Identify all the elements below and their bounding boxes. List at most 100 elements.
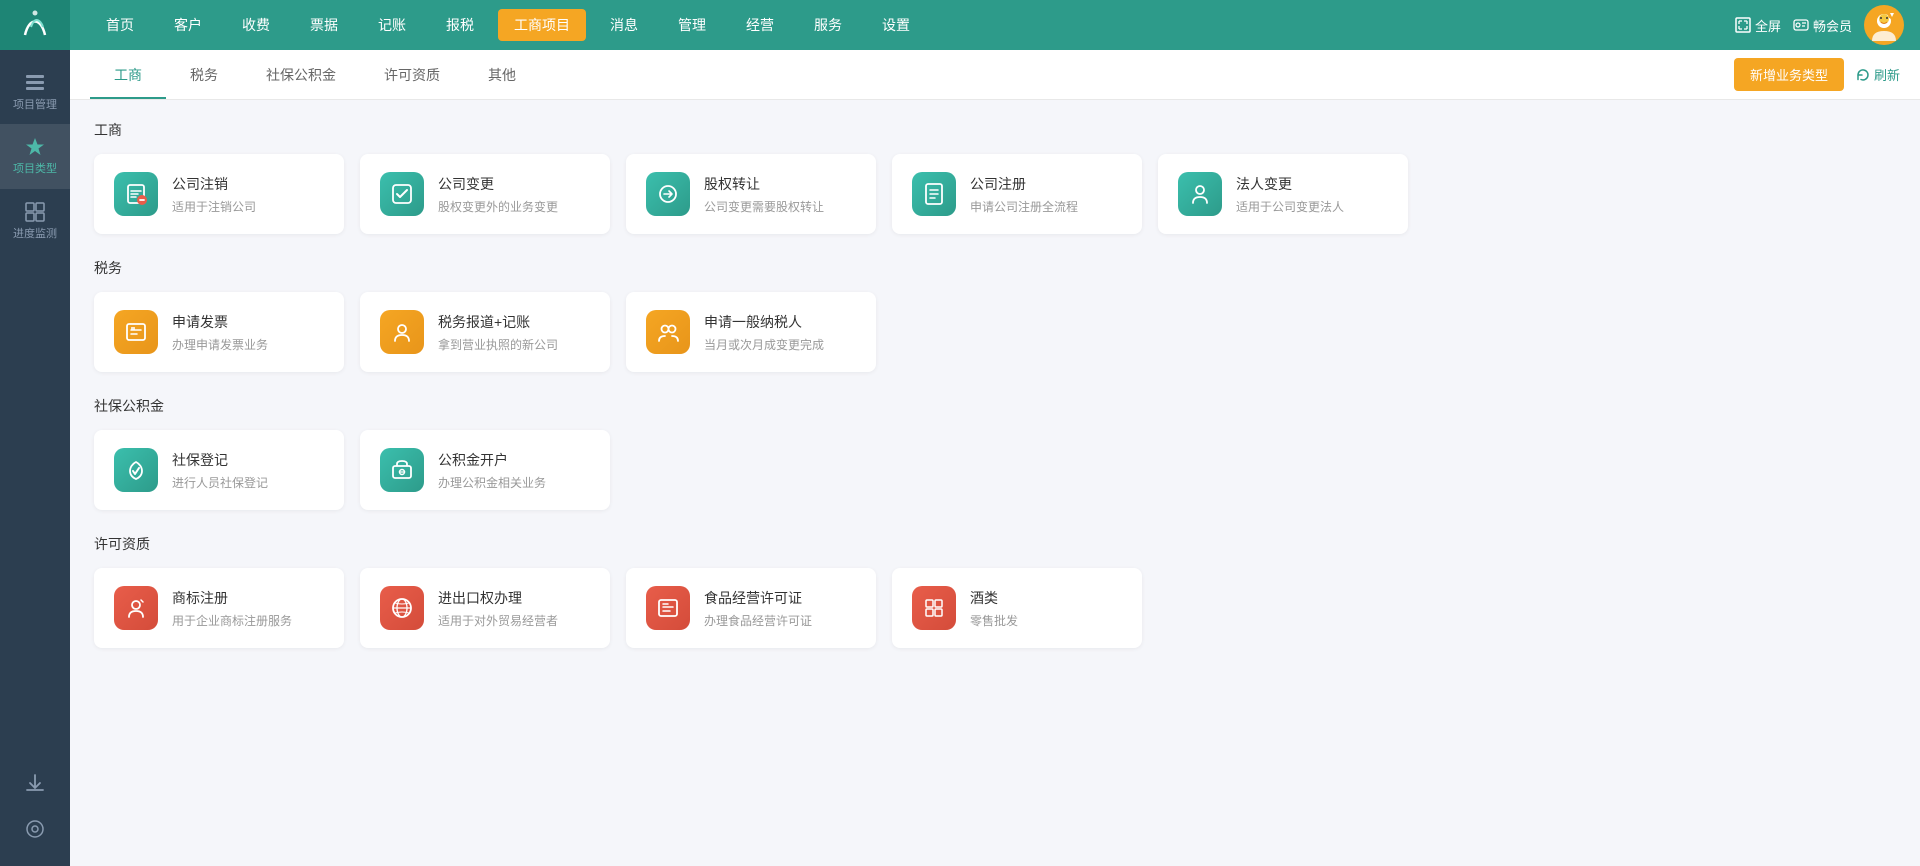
nav-ticket[interactable]: 票据 — [294, 9, 354, 41]
company-register-icon — [912, 172, 956, 216]
card-desc-company-cancel: 适用于注销公司 — [172, 198, 324, 215]
cards-grid-shebao: 社保登记 进行人员社保登记 — [94, 430, 1896, 510]
nav-tax[interactable]: 报税 — [430, 9, 490, 41]
liquor-icon — [912, 586, 956, 630]
food-license-icon — [646, 586, 690, 630]
nav-operation[interactable]: 经营 — [730, 9, 790, 41]
card-import-export[interactable]: 进出口权办理 适用于对外贸易经营者 — [360, 568, 610, 648]
nav-home[interactable]: 首页 — [90, 9, 150, 41]
card-title-equity-transfer: 股权转让 — [704, 174, 856, 194]
card-trademark[interactable]: 商标注册 用于企业商标注册服务 — [94, 568, 344, 648]
card-title-liquor: 酒类 — [970, 588, 1122, 608]
vip-label: 畅会员 — [1813, 16, 1852, 35]
card-info-company-cancel: 公司注销 适用于注销公司 — [172, 174, 324, 215]
card-legal-change[interactable]: 法人变更 适用于公司变更法人 — [1158, 154, 1408, 234]
card-general-taxpayer[interactable]: 申请一般纳税人 当月或次月成变更完成 — [626, 292, 876, 372]
card-info-legal-change: 法人变更 适用于公司变更法人 — [1236, 174, 1388, 215]
card-title-company-register: 公司注册 — [970, 174, 1122, 194]
nav-service[interactable]: 服务 — [798, 9, 858, 41]
card-info-tax-report: 税务报道+记账 拿到营业执照的新公司 — [438, 312, 590, 353]
fullscreen-btn[interactable]: 全屏 — [1735, 16, 1781, 35]
card-provident-fund[interactable]: 公积金开户 办理公积金相关业务 — [360, 430, 610, 510]
card-info-food-license: 食品经营许可证 办理食品经营许可证 — [704, 588, 856, 629]
section-shebao: 社保公积金 社保登记 进行人员社保登记 — [94, 396, 1896, 510]
card-desc-equity-transfer: 公司变更需要股权转让 — [704, 198, 856, 215]
section-title-shebao: 社保公积金 — [94, 396, 1896, 416]
card-desc-legal-change: 适用于公司变更法人 — [1236, 198, 1388, 215]
tab-other[interactable]: 其他 — [464, 51, 540, 99]
card-title-trademark: 商标注册 — [172, 588, 324, 608]
avatar[interactable] — [1864, 5, 1904, 45]
card-desc-import-export: 适用于对外贸易经营者 — [438, 612, 590, 629]
card-desc-invoice: 办理申请发票业务 — [172, 336, 324, 353]
section-shuiwu: 税务 申请发票 办理申请发票业务 — [94, 258, 1896, 372]
tab-items: 工商 税务 社保公积金 许可资质 其他 — [90, 51, 1734, 99]
card-equity-transfer[interactable]: 股权转让 公司变更需要股权转让 — [626, 154, 876, 234]
card-desc-tax-report: 拿到营业执照的新公司 — [438, 336, 590, 353]
fullscreen-label: 全屏 — [1755, 16, 1781, 35]
sidebar-settings-btn[interactable] — [0, 808, 70, 850]
refresh-button[interactable]: 刷新 — [1856, 65, 1900, 84]
nav-message[interactable]: 消息 — [594, 9, 654, 41]
social-insurance-icon — [114, 448, 158, 492]
card-desc-company-register: 申请公司注册全流程 — [970, 198, 1122, 215]
nav-business[interactable]: 工商项目 — [498, 9, 586, 41]
section-title-xuke: 许可资质 — [94, 534, 1896, 554]
card-title-import-export: 进出口权办理 — [438, 588, 590, 608]
card-title-food-license: 食品经营许可证 — [704, 588, 856, 608]
section-xuke: 许可资质 商标注册 用于企业商标注册服务 — [94, 534, 1896, 648]
card-info-invoice: 申请发票 办理申请发票业务 — [172, 312, 324, 353]
sidebar-item-progress[interactable]: 进度监测 — [0, 189, 70, 253]
nav-fee[interactable]: 收费 — [226, 9, 286, 41]
refresh-label: 刷新 — [1874, 65, 1900, 84]
sidebar-download-btn[interactable] — [0, 762, 70, 804]
section-gongshang: 工商 公司注销 适用于注销公司 — [94, 120, 1896, 234]
card-company-change[interactable]: 公司变更 股权变更外的业务变更 — [360, 154, 610, 234]
tab-gongshang[interactable]: 工商 — [90, 51, 166, 99]
tax-report-icon — [380, 310, 424, 354]
card-liquor[interactable]: 酒类 零售批发 — [892, 568, 1142, 648]
sidebar: 项目管理 项目类型 进度监测 — [0, 50, 70, 866]
card-food-license[interactable]: 食品经营许可证 办理食品经营许可证 — [626, 568, 876, 648]
nav-settings[interactable]: 设置 — [866, 9, 926, 41]
card-invoice[interactable]: 申请发票 办理申请发票业务 — [94, 292, 344, 372]
nav-customer[interactable]: 客户 — [158, 9, 218, 41]
provident-fund-icon — [380, 448, 424, 492]
card-info-social-insurance: 社保登记 进行人员社保登记 — [172, 450, 324, 491]
content-scroll[interactable]: 工商 公司注销 适用于注销公司 — [70, 100, 1920, 866]
card-info-liquor: 酒类 零售批发 — [970, 588, 1122, 629]
progress-icon — [24, 201, 46, 223]
card-company-cancel[interactable]: 公司注销 适用于注销公司 — [94, 154, 344, 234]
card-desc-general-taxpayer: 当月或次月成变更完成 — [704, 336, 856, 353]
card-social-insurance[interactable]: 社保登记 进行人员社保登记 — [94, 430, 344, 510]
legal-change-icon — [1178, 172, 1222, 216]
card-title-tax-report: 税务报道+记账 — [438, 312, 590, 332]
project-manage-icon — [24, 72, 46, 94]
sidebar-item-project-manage[interactable]: 项目管理 — [0, 60, 70, 124]
card-desc-social-insurance: 进行人员社保登记 — [172, 474, 324, 491]
card-title-provident-fund: 公积金开户 — [438, 450, 590, 470]
nav-bookkeeping[interactable]: 记账 — [362, 9, 422, 41]
tab-xuke[interactable]: 许可资质 — [360, 51, 464, 99]
card-desc-food-license: 办理食品经营许可证 — [704, 612, 856, 629]
new-type-button[interactable]: 新增业务类型 — [1734, 58, 1844, 91]
sidebar-label-project-manage: 项目管理 — [13, 98, 57, 112]
card-info-company-register: 公司注册 申请公司注册全流程 — [970, 174, 1122, 215]
sidebar-label-project-type: 项目类型 — [13, 162, 57, 176]
card-info-general-taxpayer: 申请一般纳税人 当月或次月成变更完成 — [704, 312, 856, 353]
section-title-gongshang: 工商 — [94, 120, 1896, 140]
card-tax-report[interactable]: 税务报道+记账 拿到营业执照的新公司 — [360, 292, 610, 372]
card-title-social-insurance: 社保登记 — [172, 450, 324, 470]
nav-manage[interactable]: 管理 — [662, 9, 722, 41]
invoice-icon — [114, 310, 158, 354]
card-company-register[interactable]: 公司注册 申请公司注册全流程 — [892, 154, 1142, 234]
section-title-shuiwu: 税务 — [94, 258, 1896, 278]
nav-items: 首页 客户 收费 票据 记账 报税 工商项目 消息 管理 经营 服务 设置 — [70, 9, 1735, 41]
tabs-bar: 工商 税务 社保公积金 许可资质 其他 新增业务类型 刷新 — [70, 50, 1920, 100]
tab-shuiwu[interactable]: 税务 — [166, 51, 242, 99]
company-cancel-icon — [114, 172, 158, 216]
general-taxpayer-icon — [646, 310, 690, 354]
tab-shebao[interactable]: 社保公积金 — [242, 51, 360, 99]
vip-btn[interactable]: 畅会员 — [1793, 16, 1852, 35]
sidebar-item-project-type[interactable]: 项目类型 — [0, 124, 70, 188]
